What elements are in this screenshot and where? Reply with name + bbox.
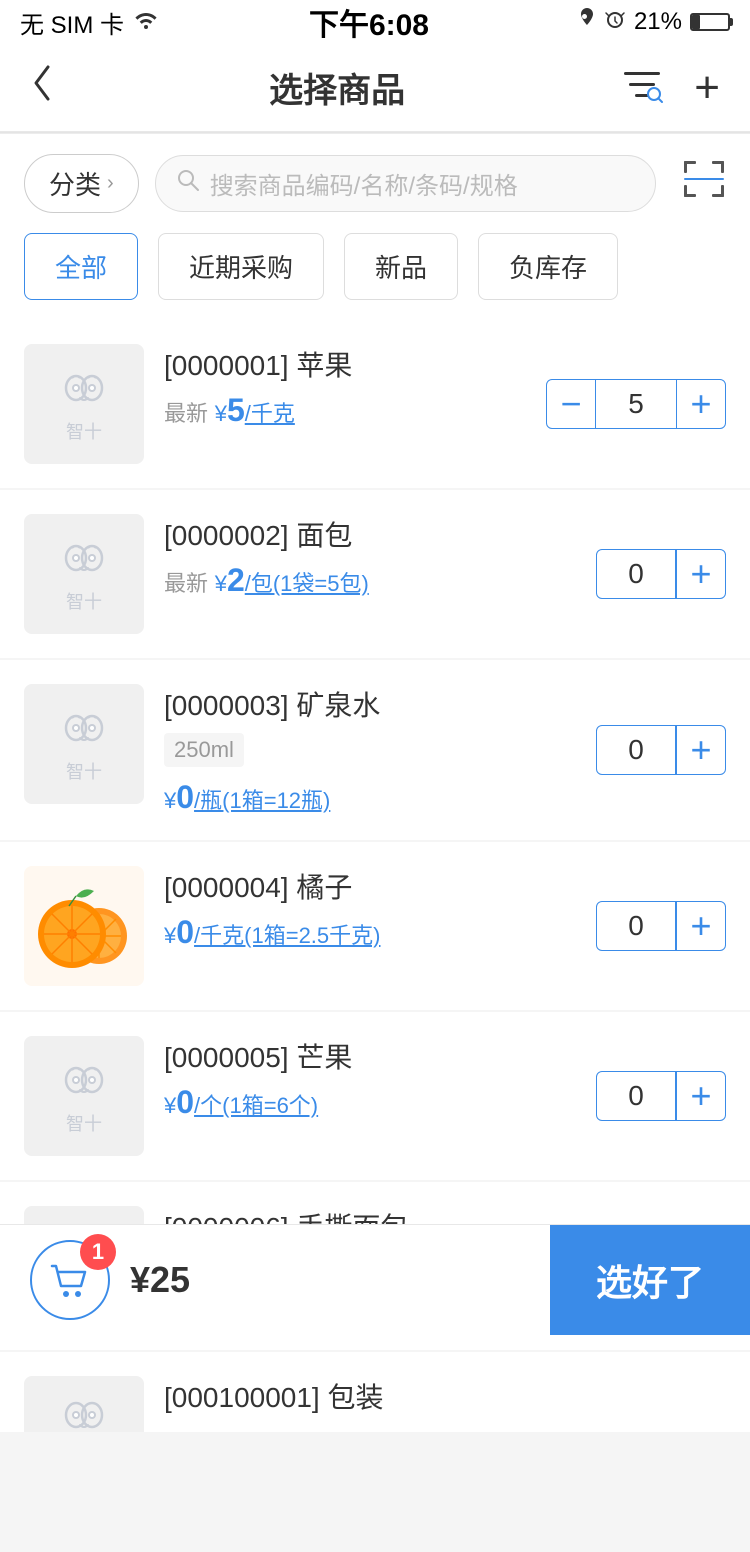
product-thumbnail: 智十: [24, 514, 144, 634]
product-thumbnail: 智十: [24, 684, 144, 804]
logo-text: 智十: [66, 418, 102, 444]
product-details: [0000005] 芒果 ¥0/个(1箱=6个): [164, 1036, 576, 1121]
product-details: [0000001] 苹果 最新 ¥5/千克: [164, 344, 526, 429]
product-name: [0000002] 面包: [164, 514, 576, 554]
status-bar: 无 SIM 卡 下午6:08 21%: [0, 0, 750, 44]
quantity-control: +: [596, 901, 726, 951]
battery-icon: [690, 13, 730, 31]
product-price: 最新 ¥5/千克: [164, 392, 526, 429]
search-input-box[interactable]: 搜索商品编码/名称/条码/规格: [155, 155, 656, 212]
add-icon[interactable]: +: [694, 66, 720, 110]
product-details: [0000002] 面包 最新 ¥2/包(1袋=5包): [164, 514, 576, 599]
product-thumbnail: [24, 866, 144, 986]
battery-percentage: 21%: [634, 8, 682, 36]
owl-logo: [54, 534, 114, 584]
thumb-placeholder: 智十: [24, 344, 144, 464]
quantity-control: +: [596, 1071, 726, 1121]
product-details: [0000004] 橘子 ¥0/千克(1箱=2.5千克): [164, 866, 576, 951]
tab-all[interactable]: 全部: [24, 233, 138, 300]
owl-logo: [54, 1391, 114, 1432]
tab-recent[interactable]: 近期采购: [158, 233, 324, 300]
quantity-control: − +: [546, 379, 726, 429]
quantity-increase-button[interactable]: +: [676, 725, 726, 775]
product-price: 最新 ¥2/包(1袋=5包): [164, 562, 576, 599]
logo-text: 智十: [66, 1110, 102, 1136]
alarm-icon: [604, 8, 626, 37]
nav-bar: 选择商品 +: [0, 44, 750, 132]
location-icon: [578, 8, 596, 37]
product-price: ¥0/瓶(1箱=12瓶): [164, 779, 576, 816]
product-item: 智十 [0000005] 芒果 ¥0/个(1箱=6个) +: [0, 1012, 750, 1180]
thumb-placeholder: [24, 1376, 144, 1432]
product-item: [0000004] 橘子 ¥0/千克(1箱=2.5千克) +: [0, 842, 750, 1010]
nav-actions: +: [620, 64, 720, 111]
cart-button[interactable]: 1: [30, 1240, 110, 1320]
logo-text: 智十: [66, 588, 102, 614]
quantity-increase-button[interactable]: +: [676, 549, 726, 599]
quantity-increase-button[interactable]: +: [676, 901, 726, 951]
cart-total: ¥25: [130, 1259, 190, 1301]
quantity-input[interactable]: [596, 901, 676, 951]
thumb-placeholder: 智十: [24, 514, 144, 634]
search-icon: [176, 168, 200, 199]
product-name: [0000001] 苹果: [164, 344, 526, 384]
confirm-button[interactable]: 选好了: [550, 1225, 750, 1335]
quantity-input[interactable]: [596, 725, 676, 775]
product-item: 智十 [0000001] 苹果 最新 ¥5/千克 − +: [0, 320, 750, 488]
owl-logo: [54, 704, 114, 754]
quantity-control: +: [596, 725, 726, 775]
quantity-decrease-button[interactable]: −: [546, 379, 596, 429]
quantity-input[interactable]: [596, 1071, 676, 1121]
thumb-placeholder: 智十: [24, 684, 144, 804]
product-name: [0000005] 芒果: [164, 1036, 576, 1076]
quantity-input[interactable]: [596, 379, 676, 429]
filter-icon[interactable]: [620, 64, 664, 111]
search-placeholder: 搜索商品编码/名称/条码/规格: [210, 166, 518, 201]
product-thumbnail: 智十: [24, 344, 144, 464]
category-label: 分类: [49, 165, 101, 202]
cart-badge: 1: [80, 1234, 116, 1270]
product-item-partial: [000100001] 包装: [0, 1352, 750, 1432]
thumb-placeholder: 智十: [24, 1036, 144, 1156]
product-item: 智十 [0000002] 面包 最新 ¥2/包(1袋=5包) +: [0, 490, 750, 658]
owl-logo: [54, 1056, 114, 1106]
product-thumbnail: 智十: [24, 1036, 144, 1156]
owl-logo: [54, 364, 114, 414]
product-item: 智十 [0000003] 矿泉水 250ml ¥0/瓶(1箱=12瓶) +: [0, 660, 750, 840]
logo-text: 智十: [66, 758, 102, 784]
status-time: 下午6:08: [309, 0, 429, 44]
status-left: 无 SIM 卡: [20, 5, 160, 40]
scan-icon[interactable]: [682, 159, 726, 209]
product-name: [0000004] 橘子: [164, 866, 576, 906]
product-name: [0000003] 矿泉水: [164, 684, 576, 724]
quantity-increase-button[interactable]: +: [676, 379, 726, 429]
product-thumbnail: [24, 1376, 144, 1432]
product-details: [0000003] 矿泉水 250ml ¥0/瓶(1箱=12瓶): [164, 684, 576, 816]
tab-new[interactable]: 新品: [344, 233, 458, 300]
status-right: 21%: [578, 8, 730, 37]
tab-row: 全部 近期采购 新品 负库存: [0, 233, 750, 320]
product-price: ¥0/个(1箱=6个): [164, 1084, 576, 1121]
tab-negative[interactable]: 负库存: [478, 233, 618, 300]
back-button[interactable]: [30, 63, 54, 113]
carrier-label: 无 SIM 卡: [20, 5, 124, 40]
category-button[interactable]: 分类 ›: [24, 154, 139, 213]
product-price: ¥0/千克(1箱=2.5千克): [164, 914, 576, 951]
product-list: 智十 [0000001] 苹果 最新 ¥5/千克 − +: [0, 320, 750, 1552]
product-spec: 250ml: [164, 733, 244, 767]
quantity-control: +: [596, 549, 726, 599]
quantity-input[interactable]: [596, 549, 676, 599]
product-name: [000100001] 包装: [164, 1376, 726, 1416]
page-title: 选择商品: [269, 63, 405, 112]
chevron-right-icon: ›: [107, 172, 114, 195]
orange-image: [24, 866, 144, 986]
product-details: [000100001] 包装: [164, 1376, 726, 1424]
bottom-bar: 1 ¥25 选好了: [0, 1224, 750, 1334]
cart-section: 1 ¥25: [0, 1240, 550, 1320]
quantity-increase-button[interactable]: +: [676, 1071, 726, 1121]
wifi-icon: [132, 8, 160, 36]
filter-row: 分类 › 搜索商品编码/名称/条码/规格: [0, 134, 750, 233]
